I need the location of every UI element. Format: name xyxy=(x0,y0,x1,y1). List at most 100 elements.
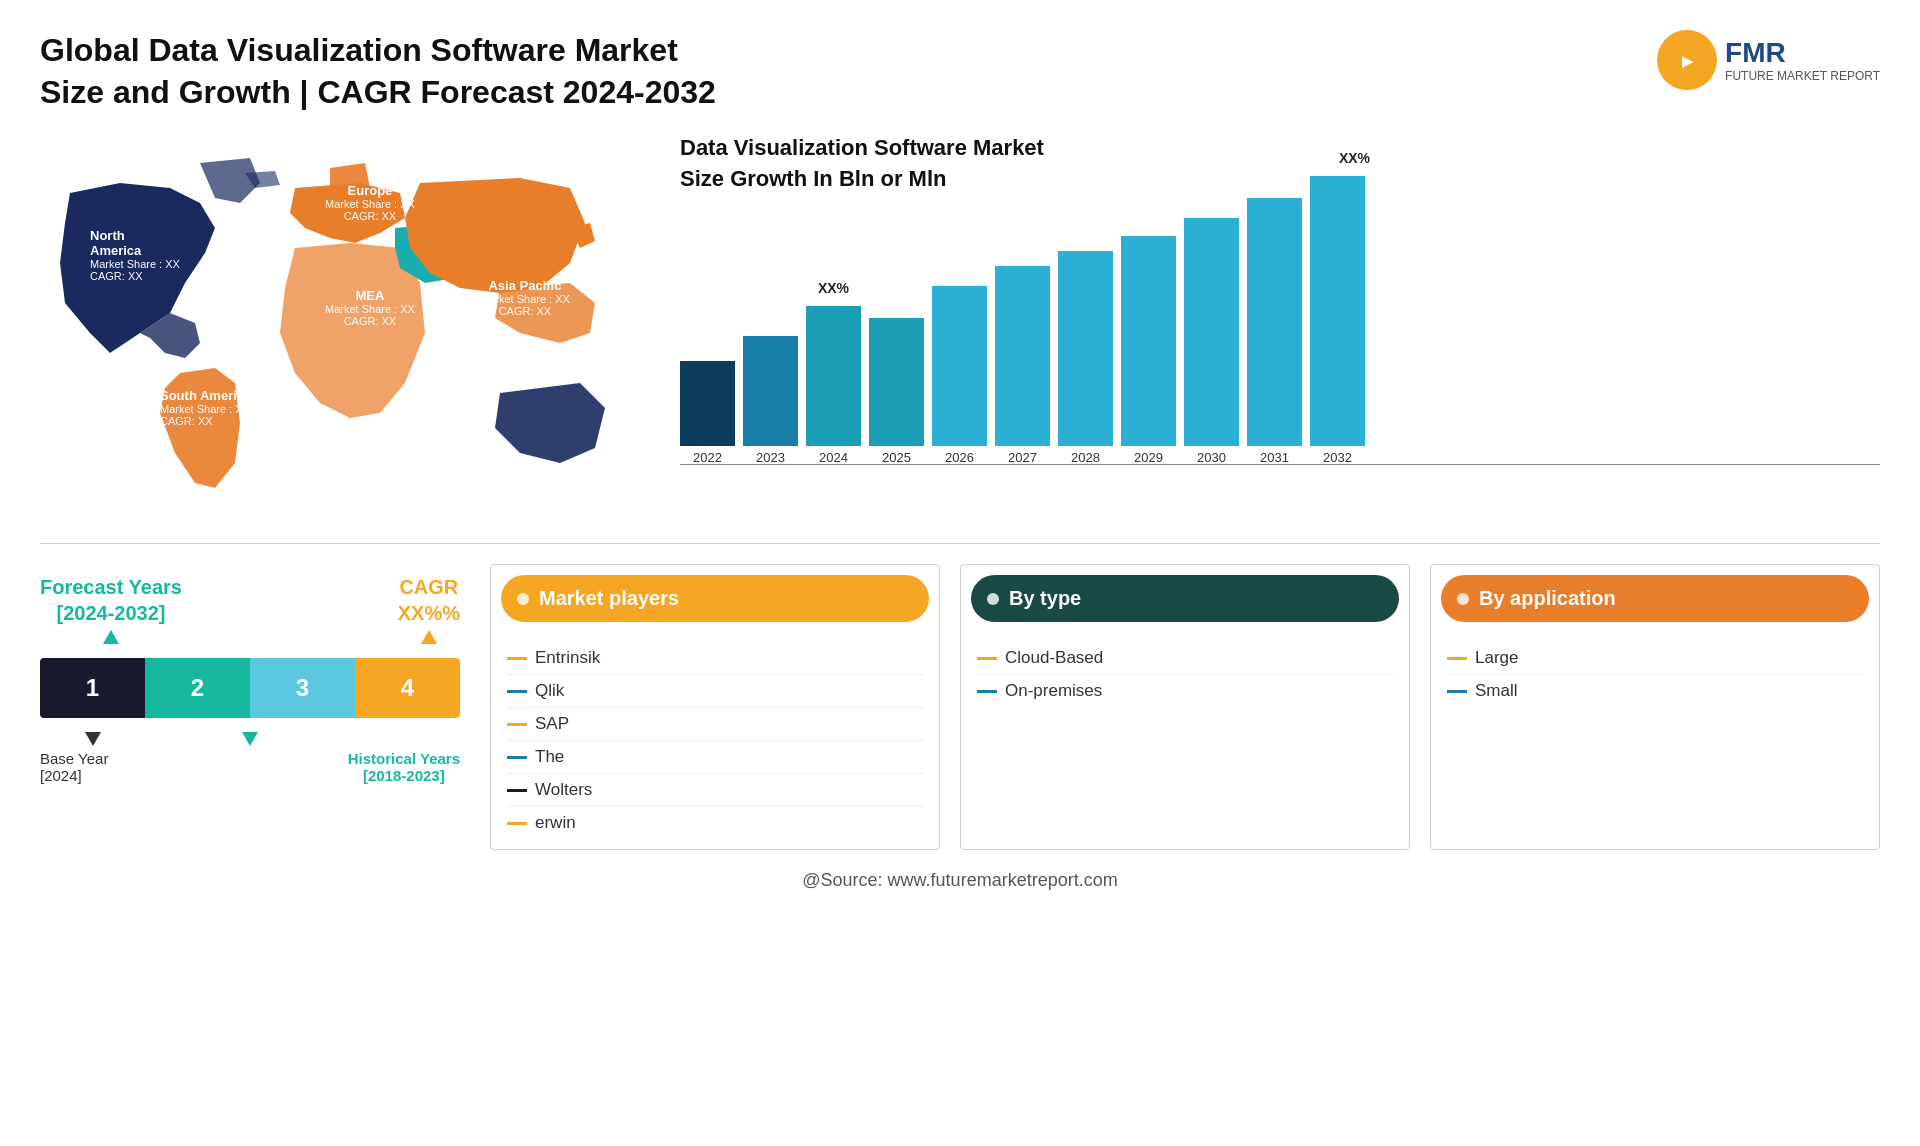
steps-bar: 1 2 3 4 xyxy=(40,658,460,718)
card-market-players-body: Entrinsik Qlik SAP The Wolters xyxy=(491,632,939,849)
source-text: @Source: www.futuremarketreport.com xyxy=(40,870,1880,891)
card-dot-3 xyxy=(1457,593,1469,605)
divider xyxy=(40,543,1880,544)
asia-pacific-cagr: CAGR: XX xyxy=(480,305,570,317)
bar-2025-rect xyxy=(869,318,924,446)
dash-cloud xyxy=(977,657,997,660)
mea-name: MEA xyxy=(325,288,415,303)
dash-small xyxy=(1447,690,1467,693)
bar-2029: 2029 xyxy=(1121,236,1176,465)
bar-2027-rect xyxy=(995,266,1050,446)
bar-2030-label: 2030 xyxy=(1197,450,1226,465)
bar-2025-label: 2025 xyxy=(882,450,911,465)
bar-2027-label: 2027 xyxy=(1008,450,1037,465)
dash-the xyxy=(507,756,527,759)
bar-2024: XX% 2024 xyxy=(806,306,861,465)
qlik-label: Qlik xyxy=(535,681,564,701)
bar-2024-annotation: XX% xyxy=(818,280,849,296)
svg-text:▶: ▶ xyxy=(1682,53,1694,69)
entrinsik-label: Entrinsik xyxy=(535,648,600,668)
bar-2022: 2022 xyxy=(680,361,735,465)
card-item-onprem: On-premises xyxy=(977,675,1393,707)
logo-text: FMR FUTURE MARKET REPORT xyxy=(1725,37,1880,83)
onprem-label: On-premises xyxy=(1005,681,1102,701)
mea-share: Market Share : XX xyxy=(325,303,415,315)
bar-2024-rect xyxy=(806,306,861,446)
base-year-arrow xyxy=(40,728,145,746)
chart-section: Data Visualization Software Market Size … xyxy=(660,133,1880,513)
dash-wolters xyxy=(507,789,527,792)
asia-pacific-share: Market Share : XX xyxy=(480,293,570,305)
bar-2026-label: 2026 xyxy=(945,450,974,465)
card-item-the: The xyxy=(507,741,923,774)
map-section: North America Market Share : XX CAGR: XX… xyxy=(40,133,620,513)
bar-2028-rect xyxy=(1058,251,1113,446)
bar-2023: 2023 xyxy=(743,336,798,465)
historical-years-label: Historical Years [2018-2023] xyxy=(348,750,460,784)
sap-label: SAP xyxy=(535,714,569,734)
dash-sap xyxy=(507,723,527,726)
bar-2025: 2025 xyxy=(869,318,924,465)
map-label-north-america: North America Market Share : XX CAGR: XX xyxy=(90,228,180,282)
dash-qlik xyxy=(507,690,527,693)
card-item-qlik: Qlik xyxy=(507,675,923,708)
asia-pacific-name: Asia Pacific xyxy=(480,278,570,293)
dash-onprem xyxy=(977,690,997,693)
card-market-players: Market players Entrinsik Qlik SAP The xyxy=(490,564,940,850)
europe-cagr: CAGR: XX xyxy=(325,210,415,222)
bottom-section: Forecast Years[2024-2032] CAGRXX%% 1 2 3… xyxy=(40,564,1880,850)
card-by-type-title: By type xyxy=(1009,587,1081,610)
north-america-name: North xyxy=(90,228,180,243)
logo-area: ▶ FMR FUTURE MARKET REPORT xyxy=(1657,30,1880,90)
small-label: Small xyxy=(1475,681,1518,701)
cagr-arrow-up xyxy=(398,630,460,648)
card-dot-2 xyxy=(987,593,999,605)
card-item-small: Small xyxy=(1447,675,1863,707)
south-america-name: South America xyxy=(160,388,251,403)
cagr-label: CAGRXX%% xyxy=(398,574,460,626)
erwin-label: erwin xyxy=(535,813,576,833)
cagr-block: CAGRXX%% xyxy=(398,574,460,648)
bar-2027: 2027 xyxy=(995,266,1050,465)
dash-erwin xyxy=(507,822,527,825)
forecast-labels-row: Forecast Years[2024-2032] CAGRXX%% xyxy=(40,574,460,648)
step-arrows-row xyxy=(40,728,460,746)
card-by-type-body: Cloud-Based On-premises xyxy=(961,632,1409,849)
card-market-players-header: Market players xyxy=(501,575,929,622)
card-item-sap: SAP xyxy=(507,708,923,741)
bar-2022-label: 2022 xyxy=(693,450,722,465)
bar-2031-rect xyxy=(1247,198,1302,446)
forecast-block: Forecast Years[2024-2032] CAGRXX%% 1 2 3… xyxy=(40,564,460,850)
bar-2032-rect xyxy=(1310,176,1365,446)
card-by-type: By type Cloud-Based On-premises xyxy=(960,564,1410,850)
step-3: 3 xyxy=(250,658,355,718)
wolters-label: Wolters xyxy=(535,780,592,800)
card-item-erwin: erwin xyxy=(507,807,923,839)
base-year-value: [2024] xyxy=(40,767,108,784)
mea-cagr: CAGR: XX xyxy=(325,315,415,327)
large-label: Large xyxy=(1475,648,1518,668)
bar-2026: 2026 xyxy=(932,286,987,465)
page-title: Global Data Visualization Software Marke… xyxy=(40,30,740,113)
bar-2028: 2028 xyxy=(1058,251,1113,465)
card-by-application: By application Large Small xyxy=(1430,564,1880,850)
bar-2032-label: 2032 xyxy=(1323,450,1352,465)
north-america-cagr: CAGR: XX xyxy=(90,270,180,282)
forecast-years-label: Forecast Years[2024-2032] xyxy=(40,574,182,626)
bar-2032: XX% 2032 xyxy=(1310,176,1365,465)
bar-2031: 2031 xyxy=(1247,198,1302,465)
logo-fmr: FMR xyxy=(1725,37,1880,69)
card-item-large: Large xyxy=(1447,642,1863,675)
card-by-application-body: Large Small xyxy=(1431,632,1879,849)
map-wrapper: North America Market Share : XX CAGR: XX… xyxy=(40,133,620,513)
cloud-label: Cloud-Based xyxy=(1005,648,1103,668)
south-america-cagr: CAGR: XX xyxy=(160,415,251,427)
base-year-text: Base Year xyxy=(40,750,108,767)
top-section: North America Market Share : XX CAGR: XX… xyxy=(40,133,1880,513)
logo-icon: ▶ xyxy=(1657,30,1717,90)
cards-section: Market players Entrinsik Qlik SAP The xyxy=(490,564,1880,850)
map-label-europe: Europe Market Share : XX CAGR: XX xyxy=(325,183,415,222)
step-1: 1 xyxy=(40,658,145,718)
x-axis xyxy=(680,464,1880,465)
forecast-years-block: Forecast Years[2024-2032] xyxy=(40,574,182,648)
